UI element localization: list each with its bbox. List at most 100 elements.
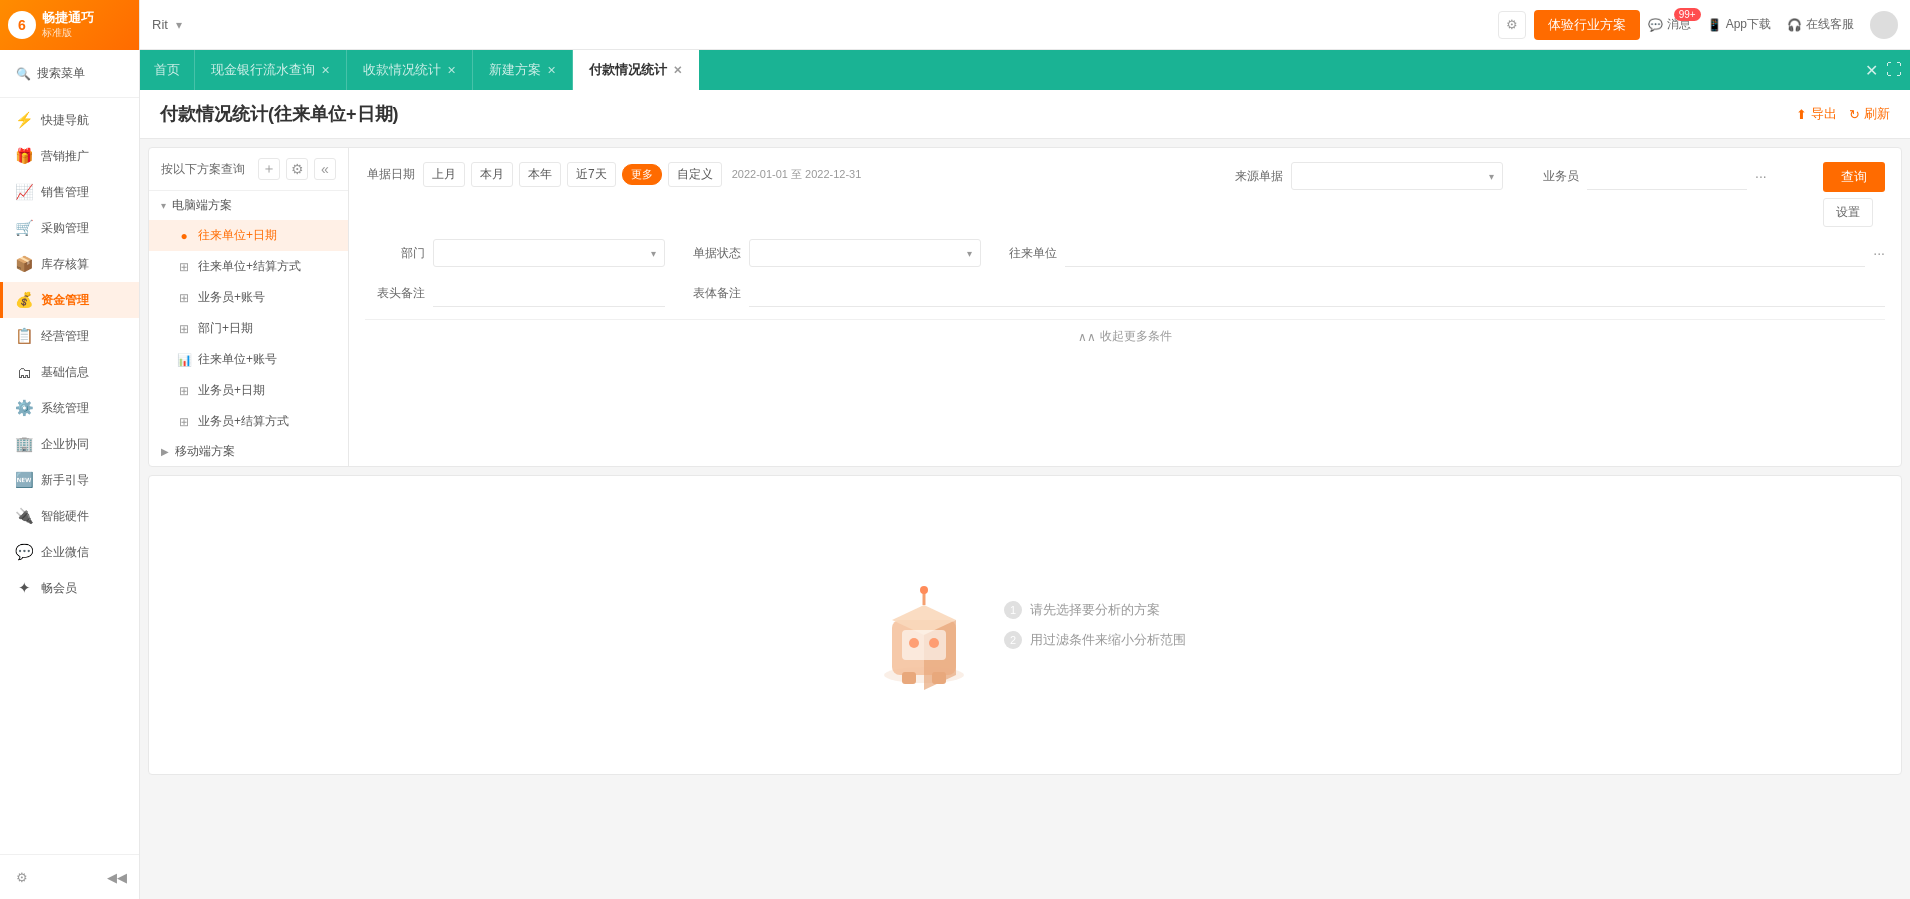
topbar-chevron-icon[interactable]: ▾ [176,18,182,32]
wechat-label: 企业微信 [41,544,89,561]
avatar[interactable] [1870,11,1898,39]
setting-btn[interactable]: 设置 [1823,198,1873,227]
sidebar-item-operation[interactable]: 📋 经营管理 [0,318,139,354]
scheme-label-2: 业务员+账号 [198,289,265,306]
tabbar: 首页 现金银行流水查询 ✕ 收款情况统计 ✕ 新建方案 ✕ 付款情况统计 ✕ ✕… [140,50,1910,90]
date-this-year-btn[interactable]: 本年 [519,162,561,187]
content-area: 付款情况统计(往来单位+日期) ⬆ 导出 ↻ 刷新 按以下方案查询 ＋ [140,90,1910,899]
filter-collapse-row: ∧∧ 收起更多条件 [365,319,1885,353]
tab-bank[interactable]: 现金银行流水查询 ✕ [195,50,347,90]
sidebar-item-basic[interactable]: 🗂 基础信息 [0,354,139,390]
quicknav-label: 快捷导航 [41,112,89,129]
scheme-item-5[interactable]: ⊞ 业务员+日期 [149,375,348,406]
app-download-btn[interactable]: 📱 App下载 [1707,16,1771,33]
service-btn[interactable]: 🎧 在线客服 [1787,16,1854,33]
sidebar-item-guide[interactable]: 🆕 新手引导 [0,462,139,498]
date-this-month-btn[interactable]: 本月 [471,162,513,187]
tab-payment[interactable]: 付款情况统计 ✕ [573,50,699,90]
sidebar-item-system[interactable]: ⚙️ 系统管理 [0,390,139,426]
collapse-label: 收起更多条件 [1100,328,1172,345]
refresh-icon: ↻ [1849,107,1860,122]
maximize-icon[interactable]: ⛶ [1886,61,1902,79]
search-icon: 🔍 [16,67,31,81]
corp-icon: 🏢 [15,435,33,453]
query-btn[interactable]: 查询 [1823,162,1885,192]
status-select[interactable]: ▾ [749,239,981,267]
logo-icon: 6 [8,11,36,39]
brand-info: 畅捷通巧 标准版 [42,10,94,40]
filter-actions: 查询 设置 [1823,162,1885,227]
export-label: 导出 [1811,105,1837,123]
export-btn[interactable]: ⬆ 导出 [1796,105,1837,123]
scheme-item-0[interactable]: ● 往来单位+日期 [149,220,348,251]
mobile-section-header[interactable]: ▶ 移动端方案 [149,437,348,466]
collapse-filter-btn[interactable]: ∧∧ 收起更多条件 [1078,328,1172,345]
scheme-icon-2: ⊞ [176,290,192,306]
sidebar-item-purchase[interactable]: 🛒 采购管理 [0,210,139,246]
body-note-input[interactable] [749,279,1885,307]
sidebar-item-quicknav[interactable]: ⚡ 快捷导航 [0,102,139,138]
member-label: 畅会员 [41,580,77,597]
date-more-btn[interactable]: 更多 [622,164,662,185]
sidebar-item-member[interactable]: ✦ 畅会员 [0,570,139,606]
message-btn[interactable]: 💬 消息 99+ [1648,16,1691,33]
add-scheme-btn[interactable]: ＋ [258,158,280,180]
scheme-actions: ＋ ⚙ « [258,158,336,180]
collapse-sidebar-btn[interactable]: ◀◀ [103,863,131,891]
tab-bank-close-icon[interactable]: ✕ [321,64,330,77]
export-icon: ⬆ [1796,107,1807,122]
date-7days-btn[interactable]: 近7天 [567,162,616,187]
tab-payment-close-icon[interactable]: ✕ [673,64,682,77]
sidebar-item-corp[interactable]: 🏢 企业协同 [0,426,139,462]
close-all-tabs-icon[interactable]: ✕ [1865,61,1878,80]
collapse-scheme-btn[interactable]: « [314,158,336,180]
sidebar-footer: ⚙ ◀◀ [0,854,139,899]
sidebar-item-marketing[interactable]: 🎁 营销推广 [0,138,139,174]
empty-area: 1 请先选择要分析的方案 2 用过滤条件来缩小分析范围 [148,475,1902,775]
date-custom-btn[interactable]: 自定义 [668,162,722,187]
wechat-icon: 💬 [15,543,33,561]
empty-tips: 1 请先选择要分析的方案 2 用过滤条件来缩小分析范围 [1004,601,1186,649]
dept-select[interactable]: ▾ [433,239,665,267]
source-select[interactable]: ▾ [1291,162,1503,190]
date-last-month-btn[interactable]: 上月 [423,162,465,187]
date-group: 上月 本月 本年 近7天 更多 自定义 2022-01-01 至 2022-12… [423,162,1207,187]
svg-rect-4 [902,630,946,660]
sidebar-item-wechat[interactable]: 💬 企业微信 [0,534,139,570]
sidebar-item-sales[interactable]: 📈 销售管理 [0,174,139,210]
salesman-input[interactable] [1587,162,1747,190]
tab-home[interactable]: 首页 [140,50,195,90]
sidebar-item-inventory[interactable]: 📦 库存核算 [0,246,139,282]
scheme-settings-btn[interactable]: ⚙ [286,158,308,180]
sidebar-item-finance[interactable]: 💰 资金管理 [0,282,139,318]
sidebar-item-hardware[interactable]: 🔌 智能硬件 [0,498,139,534]
tab-new-close-icon[interactable]: ✕ [547,64,556,77]
search-menu-item[interactable]: 🔍 搜索菜单 [8,58,131,89]
trial-btn[interactable]: 体验行业方案 [1534,10,1640,40]
header-note-input[interactable] [433,279,665,307]
partner-more-icon[interactable]: ··· [1873,245,1885,261]
partner-input[interactable] [1065,239,1865,267]
topbar-gear-btn[interactable]: ⚙ [1498,11,1526,39]
settings-footer-btn[interactable]: ⚙ [8,863,36,891]
scheme-item-6[interactable]: ⊞ 业务员+结算方式 [149,406,348,437]
tab-receipt[interactable]: 收款情况统计 ✕ [347,50,473,90]
scheme-item-4[interactable]: 📊 往来单位+账号 [149,344,348,375]
salesman-label: 业务员 [1519,168,1579,185]
salesman-more-icon[interactable]: ··· [1755,168,1767,184]
scheme-item-3[interactable]: ⊞ 部门+日期 [149,313,348,344]
refresh-btn[interactable]: ↻ 刷新 [1849,105,1890,123]
filter-row-3: 表头备注 表体备注 [365,279,1885,307]
basic-icon: 🗂 [15,363,33,381]
partner-filter-item: 往来单位 ··· [997,239,1885,267]
tab-new[interactable]: 新建方案 ✕ [473,50,573,90]
filter-row-2: 部门 ▾ 单据状态 ▾ 往来单位 [365,239,1885,267]
scheme-label-6: 业务员+结算方式 [198,413,289,430]
main-content: Rit ▾ ⚙ 体验行业方案 💬 消息 99+ 📱 App下载 🎧 在线客服 [140,0,1910,899]
scheme-icon-3: ⊞ [176,321,192,337]
desktop-section-header[interactable]: ▾ 电脑端方案 [149,191,348,220]
scheme-item-1[interactable]: ⊞ 往来单位+结算方式 [149,251,348,282]
scheme-item-2[interactable]: ⊞ 业务员+账号 [149,282,348,313]
finance-label: 资金管理 [41,292,89,309]
tab-receipt-close-icon[interactable]: ✕ [447,64,456,77]
